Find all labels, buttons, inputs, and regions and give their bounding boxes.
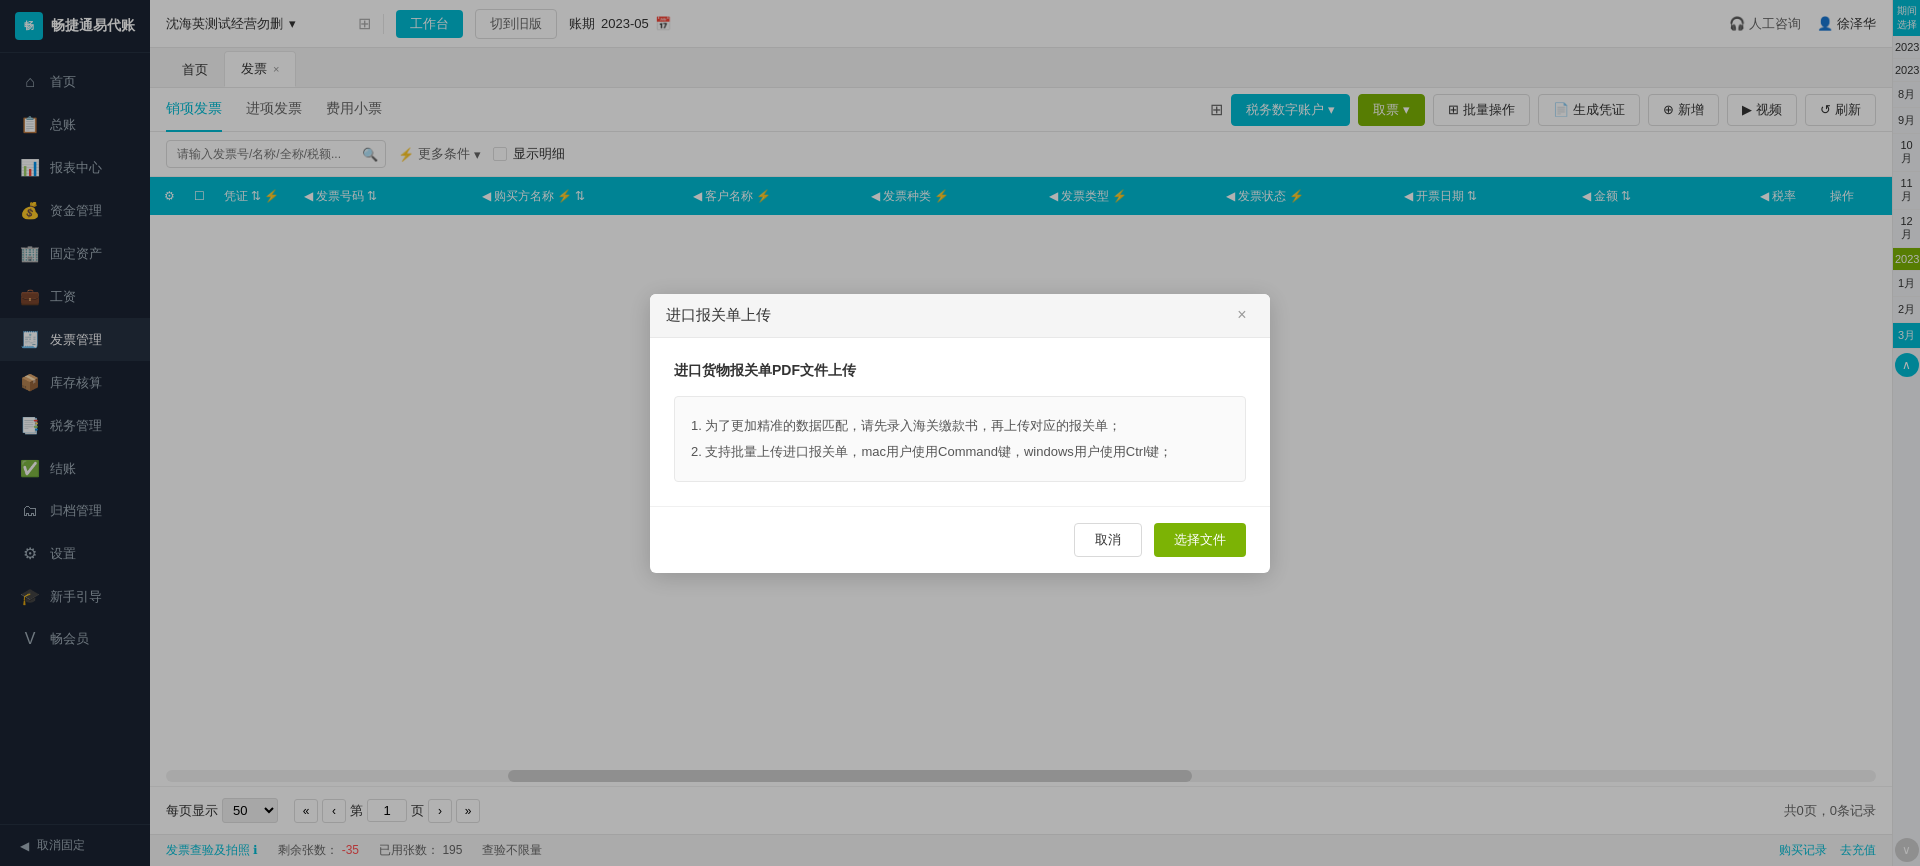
dialog-cancel-button[interactable]: 取消 (1074, 523, 1142, 557)
dialog-upload-title: 进口货物报关单PDF文件上传 (674, 362, 1246, 380)
dialog-choose-file-button[interactable]: 选择文件 (1154, 523, 1246, 557)
dialog-info-item-1: 1. 为了更加精准的数据匹配，请先录入海关缴款书，再上传对应的报关单； (691, 413, 1229, 439)
dialog-title: 进口报关单上传 (666, 306, 771, 325)
dialog-body: 进口货物报关单PDF文件上传 1. 为了更加精准的数据匹配，请先录入海关缴款书，… (650, 338, 1270, 506)
dialog-overlay: 进口报关单上传 × 进口货物报关单PDF文件上传 1. 为了更加精准的数据匹配，… (0, 0, 1920, 866)
import-customs-dialog: 进口报关单上传 × 进口货物报关单PDF文件上传 1. 为了更加精准的数据匹配，… (650, 294, 1270, 573)
dialog-info-box: 1. 为了更加精准的数据匹配，请先录入海关缴款书，再上传对应的报关单； 2. 支… (674, 396, 1246, 482)
dialog-footer: 取消 选择文件 (650, 506, 1270, 573)
dialog-close-button[interactable]: × (1230, 303, 1254, 327)
dialog-info-item-2: 2. 支持批量上传进口报关单，mac用户使用Command键，windows用户… (691, 439, 1229, 465)
dialog-header: 进口报关单上传 × (650, 294, 1270, 338)
